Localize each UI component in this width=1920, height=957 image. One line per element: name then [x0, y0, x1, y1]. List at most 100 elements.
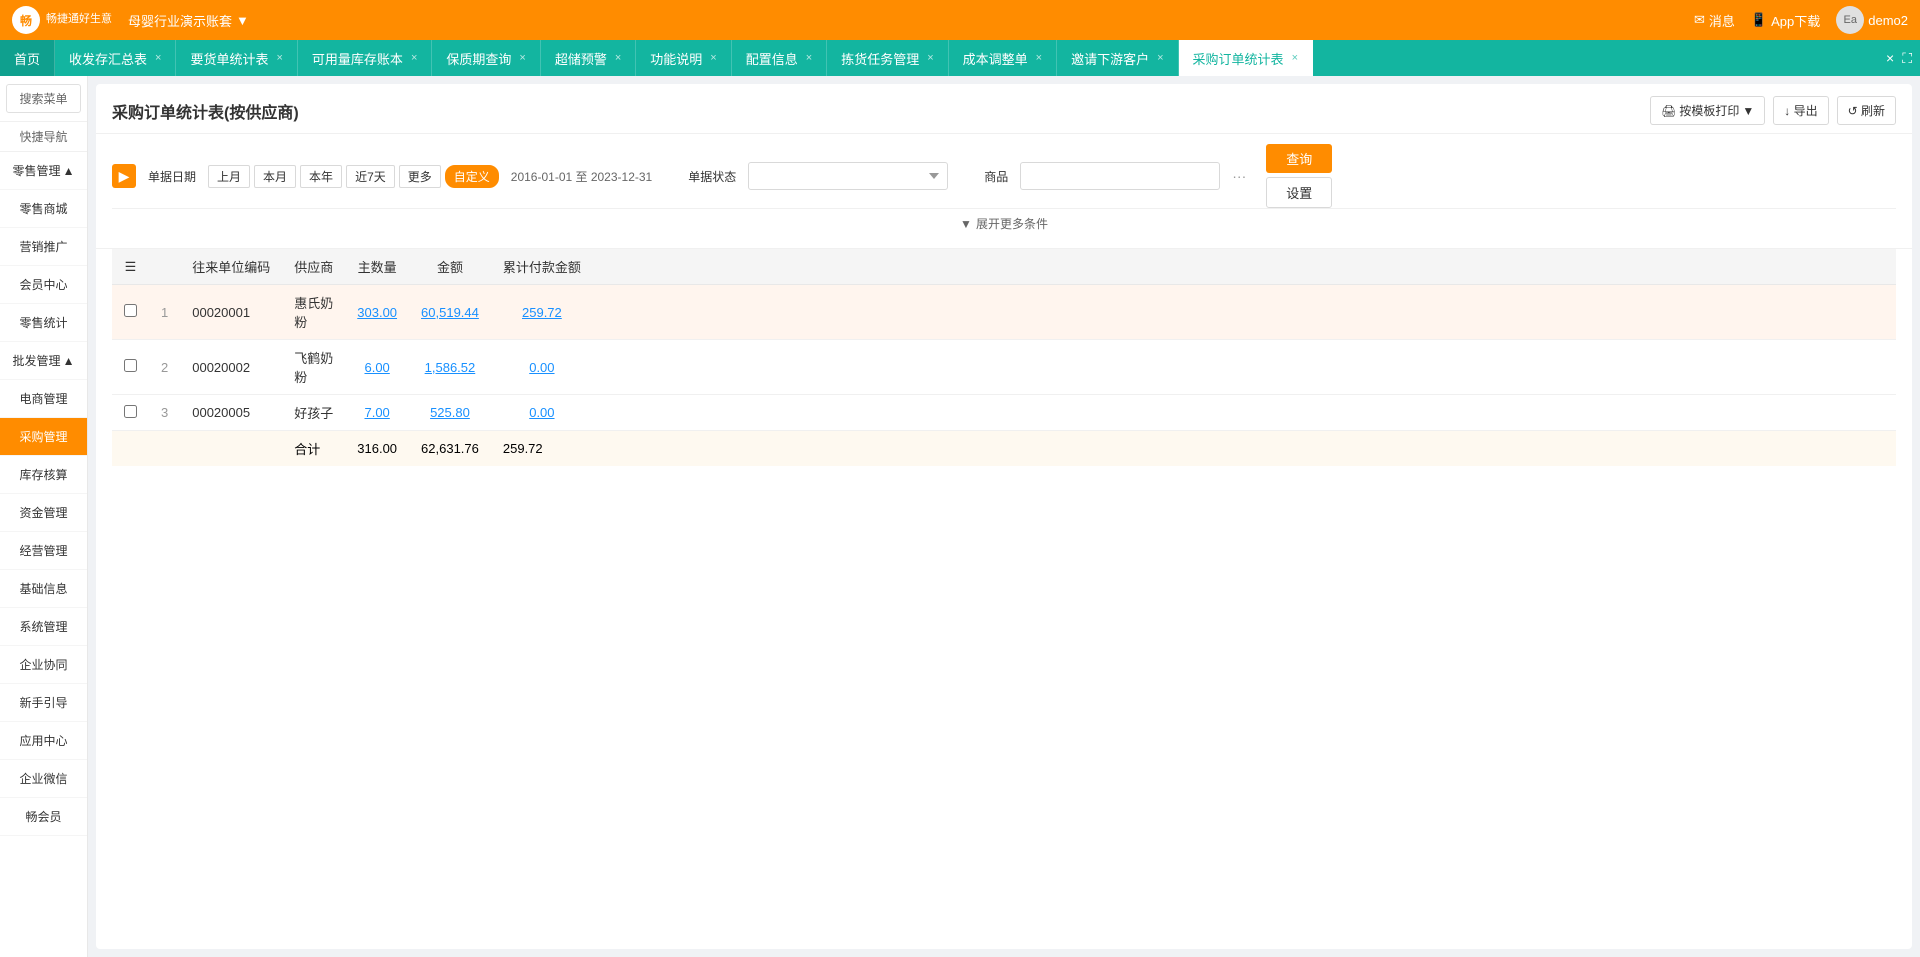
close-icon[interactable]: × [411, 52, 417, 64]
col-amount[interactable]: 金额 [409, 249, 491, 285]
close-icon[interactable]: × [1036, 52, 1042, 64]
col-supplier-code[interactable]: 往来单位编码 [180, 249, 282, 285]
sidebar-item-lingshougoulc[interactable]: 零售商城 [0, 190, 87, 228]
query-button[interactable]: 查询 [1266, 144, 1332, 173]
row-checkbox[interactable] [112, 285, 149, 340]
footer-index-cell [149, 431, 180, 467]
row-amount[interactable]: 1,586.52 [409, 340, 491, 395]
page-header: 采购订单统计表(按供应商) 🖨 按模板打印 ▼ ↓ 导出 ↺ 刷新 [96, 84, 1912, 134]
close-icon[interactable]: × [155, 52, 161, 64]
row-supplier-name: 飞鹤奶粉 [282, 340, 345, 395]
tab-shoufahuizongjia[interactable]: 收发存汇总表 × [55, 40, 176, 76]
close-icon[interactable]: × [806, 52, 812, 64]
export-icon: ↓ [1784, 104, 1790, 118]
more-filter-button[interactable]: ··· [1232, 168, 1246, 184]
row-supplier-name: 惠氏奶粉 [282, 285, 345, 340]
sidebar-item-lingshoutongji[interactable]: 零售统计 [0, 304, 87, 342]
row-checkbox[interactable] [112, 340, 149, 395]
main-layout: 搜索菜单 快捷导航 零售管理 ▲ 零售商城 营销推广 会员中心 零售统计 批发管… [0, 76, 1920, 957]
sidebar-item-label: 系统管理 [19, 620, 67, 634]
sidebar-item-kucun[interactable]: 库存核算 [0, 456, 87, 494]
expand-more-button[interactable]: ▼ 展开更多条件 [112, 208, 1896, 238]
sidebar-item-dianshangguan[interactable]: 电商管理 [0, 380, 87, 418]
tab-tuohuo[interactable]: 拣货任务管理 × [827, 40, 948, 76]
search-menu-button[interactable]: 搜索菜单 [6, 84, 81, 113]
tab-peizhi[interactable]: 配置信息 × [732, 40, 827, 76]
sidebar-item-jingying[interactable]: 经营管理 [0, 532, 87, 570]
table-footer-row: 合计 316.00 62,631.76 259.72 [112, 431, 1896, 467]
date-btn-last-month[interactable]: 上月 [208, 165, 250, 188]
tab-chaochu[interactable]: 超储预警 × [541, 40, 636, 76]
logo-icon: 畅 [12, 6, 40, 34]
row-paid-amount[interactable]: 0.00 [491, 395, 593, 431]
tab-yaoqing[interactable]: 邀请下游客户 × [1057, 40, 1178, 76]
nav-close-icon[interactable]: × [1886, 50, 1894, 66]
sidebar-item-xitong[interactable]: 系统管理 [0, 608, 87, 646]
sidebar-item-zijin[interactable]: 资金管理 [0, 494, 87, 532]
nav-fullscreen-icon[interactable]: ⛶ [1902, 50, 1912, 67]
tab-caigoudantongji[interactable]: 采购订单统计表 × [1179, 40, 1313, 76]
row-supplier-code: 00020005 [180, 395, 282, 431]
sidebar-item-yingxiao[interactable]: 营销推广 [0, 228, 87, 266]
refresh-button[interactable]: ↺ 刷新 [1837, 96, 1896, 125]
tab-baoyuan[interactable]: 保质期查询 × [432, 40, 540, 76]
row-paid-amount[interactable]: 259.72 [491, 285, 593, 340]
tab-label: 功能说明 [650, 49, 702, 68]
close-icon[interactable]: × [276, 52, 282, 64]
tab-keyongliang[interactable]: 可用量库存账本 × [298, 40, 432, 76]
close-icon[interactable]: × [519, 52, 525, 64]
tab-home[interactable]: 首页 [0, 40, 55, 76]
date-btn-7days[interactable]: 近7天 [346, 165, 395, 188]
close-icon[interactable]: × [927, 52, 933, 64]
col-supplier-name[interactable]: 供应商 [282, 249, 345, 285]
col-settings[interactable]: ☰ [112, 249, 149, 285]
sidebar-item-label: 企业协同 [19, 658, 67, 672]
sidebar-item-qiyeweixin[interactable]: 企业微信 [0, 760, 87, 798]
row-paid-amount[interactable]: 0.00 [491, 340, 593, 395]
export-button[interactable]: ↓ 导出 [1773, 96, 1828, 125]
quick-nav-button[interactable]: 快捷导航 [0, 122, 87, 152]
close-icon[interactable]: × [710, 52, 716, 64]
app-download-btn[interactable]: 📱 App下载 [1751, 11, 1820, 30]
col-main-qty[interactable]: 主数量 [345, 249, 409, 285]
sidebar-item-yingyong[interactable]: 应用中心 [0, 722, 87, 760]
sidebar-item-label: 畅会员 [25, 810, 61, 824]
row-main-qty[interactable]: 7.00 [345, 395, 409, 431]
close-icon[interactable]: × [1157, 52, 1163, 64]
row-main-qty[interactable]: 303.00 [345, 285, 409, 340]
print-button[interactable]: 🖨 按模板打印 ▼ [1650, 96, 1765, 125]
sidebar-item-pifaguanli[interactable]: 批发管理 ▲ [0, 342, 87, 380]
row-amount[interactable]: 525.80 [409, 395, 491, 431]
row-checkbox[interactable] [112, 395, 149, 431]
row-amount[interactable]: 60,519.44 [409, 285, 491, 340]
sidebar-item-qiye[interactable]: 企业协同 [0, 646, 87, 684]
status-select[interactable] [748, 162, 948, 190]
settings-button[interactable]: 设置 [1266, 177, 1332, 208]
tab-chengben[interactable]: 成本调整单 × [949, 40, 1057, 76]
sidebar-item-xinshou[interactable]: 新手引导 [0, 684, 87, 722]
close-icon[interactable]: × [1292, 52, 1298, 64]
sidebar-item-caigouguanli[interactable]: 采购管理 [0, 418, 87, 456]
date-btn-custom[interactable]: 自定义 [445, 165, 499, 188]
date-btn-this-year[interactable]: 本年 [300, 165, 342, 188]
footer-amount: 62,631.76 [409, 431, 491, 467]
sidebar-item-label: 新手引导 [19, 696, 67, 710]
footer-checkbox-cell [112, 431, 149, 467]
date-btn-this-month[interactable]: 本月 [254, 165, 296, 188]
tab-yaohuodantongji[interactable]: 要货单统计表 × [176, 40, 297, 76]
goods-filter-input[interactable] [1020, 162, 1220, 190]
message-btn[interactable]: ✉ 消息 [1694, 11, 1735, 30]
footer-paid-amount: 259.72 [491, 431, 593, 467]
filter-toggle-button[interactable]: ▶ [112, 164, 136, 188]
row-main-qty[interactable]: 6.00 [345, 340, 409, 395]
sidebar-item-huiyuan[interactable]: 会员中心 [0, 266, 87, 304]
workspace-selector[interactable]: 母婴行业演示账套 ▼ [120, 11, 257, 30]
sidebar-item-lingshouguan[interactable]: 零售管理 ▲ [0, 152, 87, 190]
user-area[interactable]: Ea demo2 [1836, 6, 1908, 34]
tab-gongneng[interactable]: 功能说明 × [636, 40, 731, 76]
close-icon[interactable]: × [615, 52, 621, 64]
sidebar-item-jichu[interactable]: 基础信息 [0, 570, 87, 608]
col-paid-amount[interactable]: 累计付款金额 [491, 249, 593, 285]
date-btn-more[interactable]: 更多 [399, 165, 441, 188]
sidebar-item-changhui[interactable]: 畅会员 [0, 798, 87, 836]
